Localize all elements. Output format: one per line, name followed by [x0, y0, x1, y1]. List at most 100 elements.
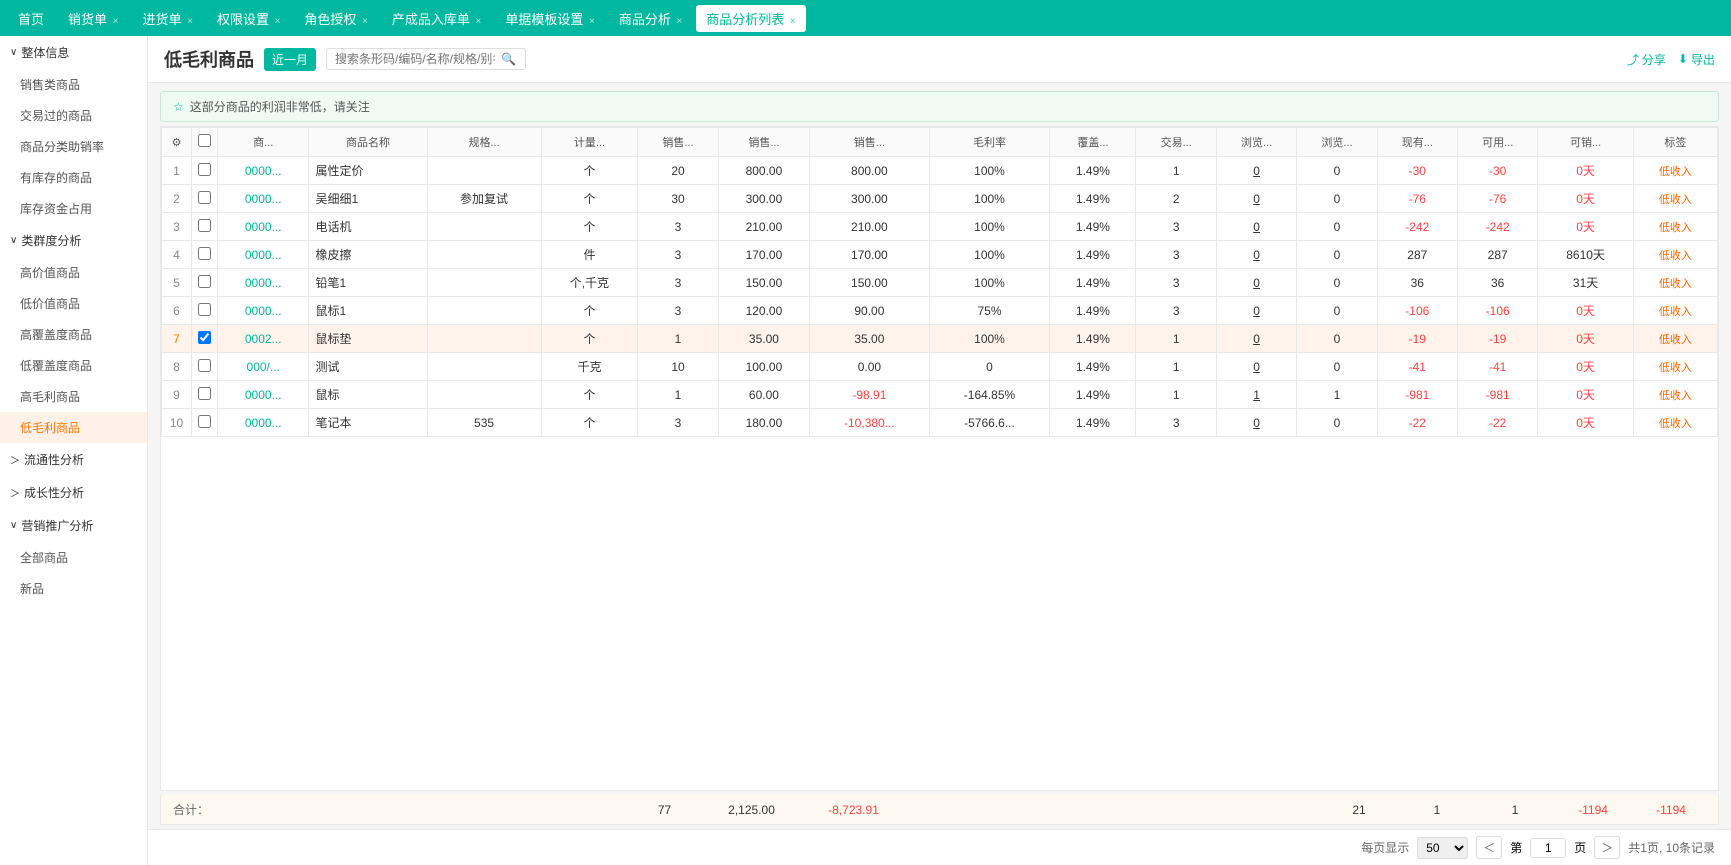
row-checkbox-5[interactable] — [192, 297, 218, 325]
row-trade-3: 3 — [1136, 241, 1216, 269]
page-number-input[interactable] — [1530, 838, 1566, 858]
sidebar-item-new-goods[interactable]: 新品 — [0, 573, 147, 604]
row-checkbox-9[interactable] — [192, 409, 218, 437]
col-name-header[interactable]: 商品名称 — [309, 128, 427, 157]
period-button[interactable]: 近一月 — [264, 48, 316, 71]
row-checkbox-4[interactable] — [192, 269, 218, 297]
nav-template-close[interactable]: × — [589, 16, 595, 27]
sidebar-group-circulation[interactable]: ＞ 流通性分析 — [0, 443, 147, 476]
sidebar-item-low-value[interactable]: 低价值商品 — [0, 288, 147, 319]
row-sale-9: -10,380... — [810, 409, 929, 437]
row-spec-8 — [427, 381, 541, 409]
col-coverage-header[interactable]: 覆盖... — [1050, 128, 1136, 157]
sidebar-group-cluster[interactable]: ∨ 类群度分析 — [0, 224, 147, 257]
nav-product-entry-close[interactable]: × — [476, 16, 482, 27]
col-settings[interactable]: ⚙ — [162, 128, 192, 157]
col-browse2-header[interactable]: 浏览... — [1297, 128, 1377, 157]
sidebar-group-circulation-label: 流通性分析 — [24, 451, 84, 468]
export-button[interactable]: ⬇ 导出 — [1678, 51, 1715, 68]
sidebar-item-category-rate[interactable]: 商品分类助销率 — [0, 131, 147, 162]
col-checkbox-header[interactable] — [192, 128, 218, 157]
nav-product-analysis-list[interactable]: 商品分析列表 × — [696, 5, 805, 32]
col-browse1-header[interactable]: 浏览... — [1216, 128, 1296, 157]
col-amount-header[interactable]: 销售... — [718, 128, 809, 157]
table-body: 1 0000... 属性定价 个 20 800.00 800.00 100% 1… — [162, 157, 1718, 437]
nav-role[interactable]: 角色授权 × — [294, 5, 377, 32]
row-sale-6: 35.00 — [810, 325, 929, 353]
sidebar-item-high-coverage[interactable]: 高覆盖度商品 — [0, 319, 147, 350]
nav-template[interactable]: 单据模板设置 × — [495, 5, 604, 32]
row-current-8: -981 — [1377, 381, 1457, 409]
prev-page-button[interactable]: ＜ — [1476, 836, 1502, 859]
row-saleable-3: 8610天 — [1538, 241, 1633, 269]
row-current-3: 287 — [1377, 241, 1457, 269]
col-spec-header[interactable]: 规格... — [427, 128, 541, 157]
sidebar-item-all-goods[interactable]: 全部商品 — [0, 542, 147, 573]
data-table-container[interactable]: ⚙ 商... 商品名称 规格... 计量... 销售... 销售... 销售..… — [160, 126, 1719, 791]
nav-purchase[interactable]: 进货单 × — [132, 5, 202, 32]
row-checkbox-2[interactable] — [192, 213, 218, 241]
sidebar-group-cluster-label: 类群度分析 — [21, 232, 81, 249]
sidebar-item-low-profit[interactable]: 低毛利商品 — [0, 412, 147, 443]
sidebar-group-marketing[interactable]: ∨ 营销推广分析 — [0, 509, 147, 542]
content-area: 低毛利商品 近一月 🔍 ⤴ 分享 ⬇ 导出 ☆ 这部分商品的利润非常低，请关注 — [148, 36, 1731, 865]
nav-sales[interactable]: 销货单 × — [58, 5, 128, 32]
table-row: 8 000/... 测试 千克 10 100.00 0.00 0 1.49% 1… — [162, 353, 1718, 381]
col-saleable-header[interactable]: 可销... — [1538, 128, 1633, 157]
nav-permission-close[interactable]: × — [275, 16, 281, 27]
sidebar-item-sales-goods[interactable]: 销售类商品 — [0, 69, 147, 100]
row-checkbox-6[interactable] — [192, 325, 218, 353]
col-current-header[interactable]: 现有... — [1377, 128, 1457, 157]
share-button[interactable]: ⤴ 分享 — [1627, 51, 1666, 68]
row-available-2: -242 — [1457, 213, 1537, 241]
row-browse1-2: 0 — [1216, 213, 1296, 241]
col-sale-header[interactable]: 销售... — [810, 128, 929, 157]
nav-purchase-close[interactable]: × — [187, 16, 193, 27]
row-current-4: 36 — [1377, 269, 1457, 297]
row-name-9: 笔记本 — [309, 409, 427, 437]
sidebar-item-high-profit[interactable]: 高毛利商品 — [0, 381, 147, 412]
row-amount-7: 100.00 — [718, 353, 809, 381]
sidebar-item-low-coverage[interactable]: 低覆盖度商品 — [0, 350, 147, 381]
row-checkbox-8[interactable] — [192, 381, 218, 409]
col-unit-header[interactable]: 计量... — [541, 128, 638, 157]
sidebar-item-inventory-capital[interactable]: 库存资金占用 — [0, 193, 147, 224]
page-size-select[interactable]: 50 100 — [1417, 837, 1468, 859]
row-index-5: 6 — [162, 297, 192, 325]
nav-product-analysis[interactable]: 商品分析 × — [609, 5, 692, 32]
nav-product-analysis-close[interactable]: × — [676, 16, 682, 27]
nav-home[interactable]: 首页 — [8, 5, 54, 32]
row-available-7: -41 — [1457, 353, 1537, 381]
col-tag-header[interactable]: 标签 — [1633, 128, 1717, 157]
col-trade-header[interactable]: 交易... — [1136, 128, 1216, 157]
row-available-8: -981 — [1457, 381, 1537, 409]
row-checkbox-1[interactable] — [192, 185, 218, 213]
nav-product-entry[interactable]: 产成品入库单 × — [382, 5, 491, 32]
sidebar-item-traded-goods[interactable]: 交易过的商品 — [0, 100, 147, 131]
row-trade-5: 3 — [1136, 297, 1216, 325]
sidebar-group-growth[interactable]: ＞ 成长性分析 — [0, 476, 147, 509]
select-all-checkbox[interactable] — [198, 134, 211, 147]
nav-sales-close[interactable]: × — [113, 16, 119, 27]
sidebar-group-overall[interactable]: ∨ 整体信息 — [0, 36, 147, 69]
col-gross-header[interactable]: 毛利率 — [929, 128, 1050, 157]
search-input[interactable] — [335, 52, 495, 66]
row-saleable-8: 0天 — [1538, 381, 1633, 409]
nav-role-close[interactable]: × — [362, 16, 368, 27]
table-row: 5 0000... 铅笔1 个,千克 3 150.00 150.00 100% … — [162, 269, 1718, 297]
footer-trade: 21 — [1324, 803, 1394, 817]
next-page-button[interactable]: ＞ — [1594, 836, 1620, 859]
nav-product-analysis-list-close[interactable]: × — [790, 16, 796, 27]
row-checkbox-7[interactable] — [192, 353, 218, 381]
sidebar-item-high-value[interactable]: 高价值商品 — [0, 257, 147, 288]
row-checkbox-3[interactable] — [192, 241, 218, 269]
table-row: 9 0000... 鼠标 个 1 60.00 -98.91 -164.85% 1… — [162, 381, 1718, 409]
row-spec-5 — [427, 297, 541, 325]
row-checkbox-0[interactable] — [192, 157, 218, 185]
nav-permission[interactable]: 权限设置 × — [207, 5, 290, 32]
footer-sale: -8,723.91 — [804, 803, 904, 817]
col-qty-header[interactable]: 销售... — [638, 128, 718, 157]
col-available-header[interactable]: 可用... — [1457, 128, 1537, 157]
col-code-header[interactable]: 商... — [218, 128, 309, 157]
sidebar-item-inventory-goods[interactable]: 有库存的商品 — [0, 162, 147, 193]
